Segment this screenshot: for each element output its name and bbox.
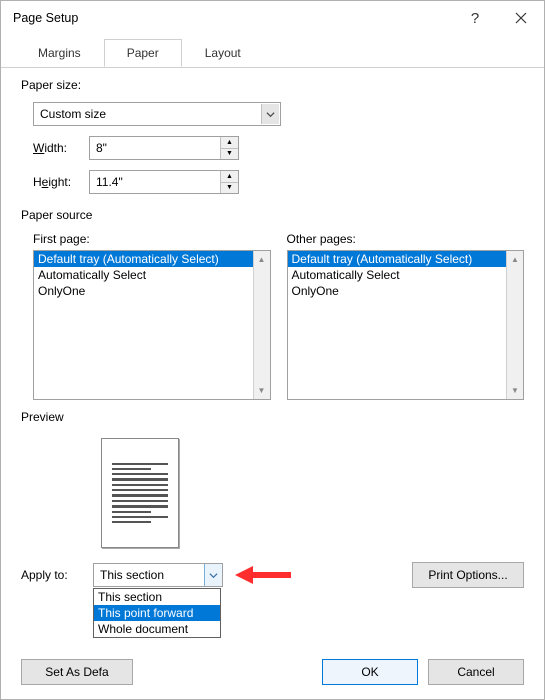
scroll-down-icon[interactable]: ▼ xyxy=(254,382,270,399)
scroll-down-icon[interactable]: ▼ xyxy=(507,382,523,399)
ok-button[interactable]: OK xyxy=(322,659,418,685)
list-item[interactable]: OnlyOne xyxy=(34,283,253,299)
width-label: Width: xyxy=(33,141,89,155)
list-item[interactable]: Default tray (Automatically Select) xyxy=(34,251,253,267)
paper-size-drop-button[interactable] xyxy=(261,104,279,124)
width-spin-up[interactable]: ▲ xyxy=(220,137,238,149)
width-spin-down[interactable]: ▼ xyxy=(220,149,238,160)
list-item[interactable]: Automatically Select xyxy=(34,267,253,283)
height-value: 11.4" xyxy=(96,175,123,189)
other-pages-listbox[interactable]: Default tray (Automatically Select) Auto… xyxy=(287,250,525,400)
tab-content: Paper size: Custom size Width: 8" ▲ ▼ He… xyxy=(1,68,544,659)
tab-layout[interactable]: Layout xyxy=(182,39,264,67)
cancel-button[interactable]: Cancel xyxy=(428,659,524,685)
scrollbar[interactable]: ▲ ▼ xyxy=(506,251,523,399)
height-input[interactable]: 11.4" ▲ ▼ xyxy=(89,170,239,194)
help-button[interactable]: ? xyxy=(452,1,498,35)
apply-to-drop-button[interactable] xyxy=(204,564,222,586)
preview-page xyxy=(101,438,179,548)
paper-source-label: Paper source xyxy=(21,208,524,222)
paper-size-value: Custom size xyxy=(40,107,106,121)
width-value: 8" xyxy=(96,141,107,155)
dropdown-option[interactable]: Whole document xyxy=(94,621,220,637)
apply-to-label: Apply to: xyxy=(21,568,93,582)
apply-to-row: Apply to: This section This section This… xyxy=(21,562,524,588)
close-button[interactable] xyxy=(498,1,544,35)
dialog-footer: Set As Defa OK Cancel xyxy=(1,659,544,699)
other-pages-label: Other pages: xyxy=(287,232,525,246)
apply-to-value: This section xyxy=(100,568,164,582)
set-as-default-button[interactable]: Set As Defa xyxy=(21,659,133,685)
dropdown-option[interactable]: This point forward xyxy=(94,605,220,621)
height-spin-up[interactable]: ▲ xyxy=(220,171,238,183)
chevron-down-icon xyxy=(266,110,275,119)
list-item[interactable]: Default tray (Automatically Select) xyxy=(288,251,507,267)
callout-arrow-icon xyxy=(233,564,291,586)
tab-paper[interactable]: Paper xyxy=(104,39,182,67)
preview-label: Preview xyxy=(21,410,524,424)
paper-size-label: Paper size: xyxy=(21,78,524,92)
height-label: Height: xyxy=(33,175,89,189)
list-item[interactable]: Automatically Select xyxy=(288,267,507,283)
dialog-title: Page Setup xyxy=(13,11,452,25)
scroll-up-icon[interactable]: ▲ xyxy=(507,251,523,268)
first-page-listbox[interactable]: Default tray (Automatically Select) Auto… xyxy=(33,250,271,400)
preview-lines-icon xyxy=(112,460,168,526)
width-input[interactable]: 8" ▲ ▼ xyxy=(89,136,239,160)
tab-strip: Margins Paper Layout xyxy=(1,39,544,68)
titlebar: Page Setup ? xyxy=(1,1,544,35)
chevron-down-icon xyxy=(209,571,218,580)
apply-to-dropdown: This section This point forward Whole do… xyxy=(93,588,221,638)
paper-size-select[interactable]: Custom size xyxy=(33,102,281,126)
first-page-label: First page: xyxy=(33,232,271,246)
close-icon xyxy=(515,12,527,24)
page-setup-dialog: Page Setup ? Margins Paper Layout Paper … xyxy=(0,0,545,700)
print-options-button[interactable]: Print Options... xyxy=(412,562,524,588)
dropdown-option[interactable]: This section xyxy=(94,589,220,605)
list-item[interactable]: OnlyOne xyxy=(288,283,507,299)
scroll-up-icon[interactable]: ▲ xyxy=(254,251,270,268)
apply-to-select[interactable]: This section This section This point for… xyxy=(93,563,223,587)
tab-margins[interactable]: Margins xyxy=(15,39,104,67)
scrollbar[interactable]: ▲ ▼ xyxy=(253,251,270,399)
height-spin-down[interactable]: ▼ xyxy=(220,183,238,194)
